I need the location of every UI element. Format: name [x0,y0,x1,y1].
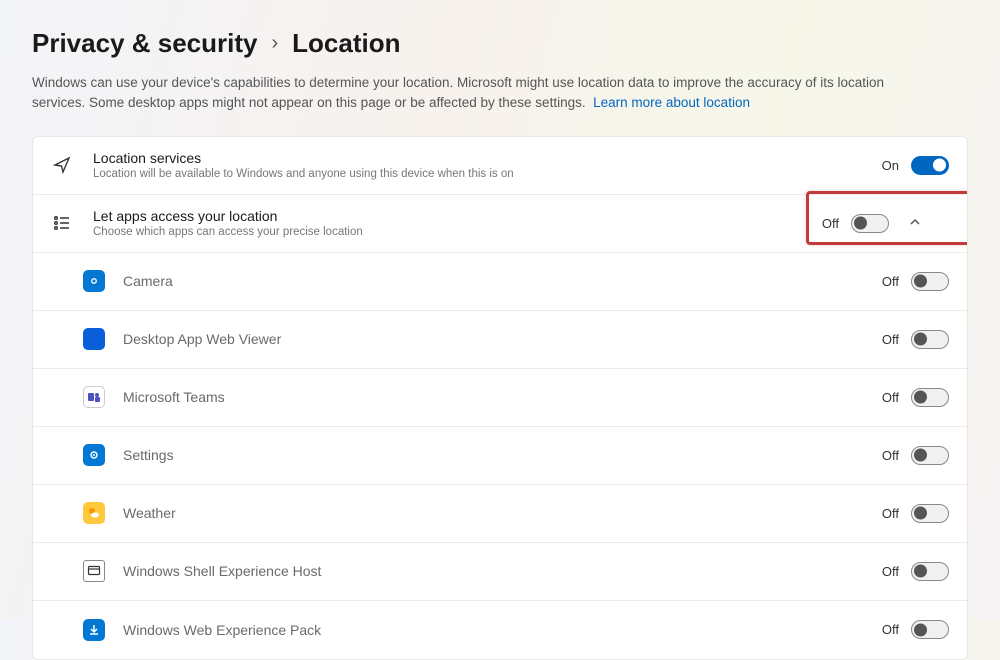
weather-icon [83,502,105,524]
app-toggle[interactable] [911,330,949,349]
app-access-toggle[interactable] [851,214,889,233]
app-toggle[interactable] [911,446,949,465]
page-subtitle: Windows can use your device's capabiliti… [32,73,902,114]
settings-icon [83,444,105,466]
app-name-label: Weather [123,505,882,521]
app-state-label: Off [882,390,899,405]
app-toggle[interactable] [911,562,949,581]
app-toggle[interactable] [911,504,949,523]
app-state-label: Off [882,506,899,521]
app-toggle[interactable] [911,388,949,407]
blue-icon [83,328,105,350]
app-row[interactable]: Microsoft TeamsOff [33,369,967,427]
app-row[interactable]: SettingsOff [33,427,967,485]
app-name-label: Camera [123,273,882,289]
location-services-state: On [882,158,899,173]
location-services-row[interactable]: Location services Location will be avail… [33,137,967,195]
app-row[interactable]: Windows Shell Experience HostOff [33,543,967,601]
settings-panel: Location services Location will be avail… [32,136,968,660]
navigation-arrow-icon [51,154,73,176]
chevron-right-icon: › [271,32,278,55]
app-row[interactable]: Windows Web Experience PackOff [33,601,967,659]
app-toggle[interactable] [911,272,949,291]
app-access-title: Let apps access your location [93,208,822,224]
app-state-label: Off [882,622,899,637]
app-access-state: Off [822,216,839,231]
app-access-sub: Choose which apps can access your precis… [93,226,822,238]
location-services-sub: Location will be available to Windows an… [93,168,882,180]
app-name-label: Desktop App Web Viewer [123,331,882,347]
app-name-label: Settings [123,447,882,463]
teams-icon [83,386,105,408]
breadcrumb-parent[interactable]: Privacy & security [32,28,257,59]
learn-more-link[interactable]: Learn more about location [593,95,750,110]
chevron-up-icon[interactable] [903,216,927,231]
location-services-toggle[interactable] [911,156,949,175]
breadcrumb: Privacy & security › Location [32,28,968,59]
app-row[interactable]: Desktop App Web ViewerOff [33,311,967,369]
camera-icon [83,270,105,292]
app-name-label: Microsoft Teams [123,389,882,405]
app-access-row[interactable]: Let apps access your location Choose whi… [33,195,967,253]
app-row[interactable]: WeatherOff [33,485,967,543]
web-icon [83,619,105,641]
breadcrumb-current: Location [292,28,400,59]
app-state-label: Off [882,564,899,579]
app-row[interactable]: CameraOff [33,253,967,311]
list-options-icon [51,212,73,234]
app-name-label: Windows Shell Experience Host [123,563,882,579]
app-toggle[interactable] [911,620,949,639]
app-name-label: Windows Web Experience Pack [123,622,882,638]
location-services-title: Location services [93,150,882,166]
app-state-label: Off [882,332,899,347]
shell-icon [83,560,105,582]
app-state-label: Off [882,448,899,463]
app-state-label: Off [882,274,899,289]
